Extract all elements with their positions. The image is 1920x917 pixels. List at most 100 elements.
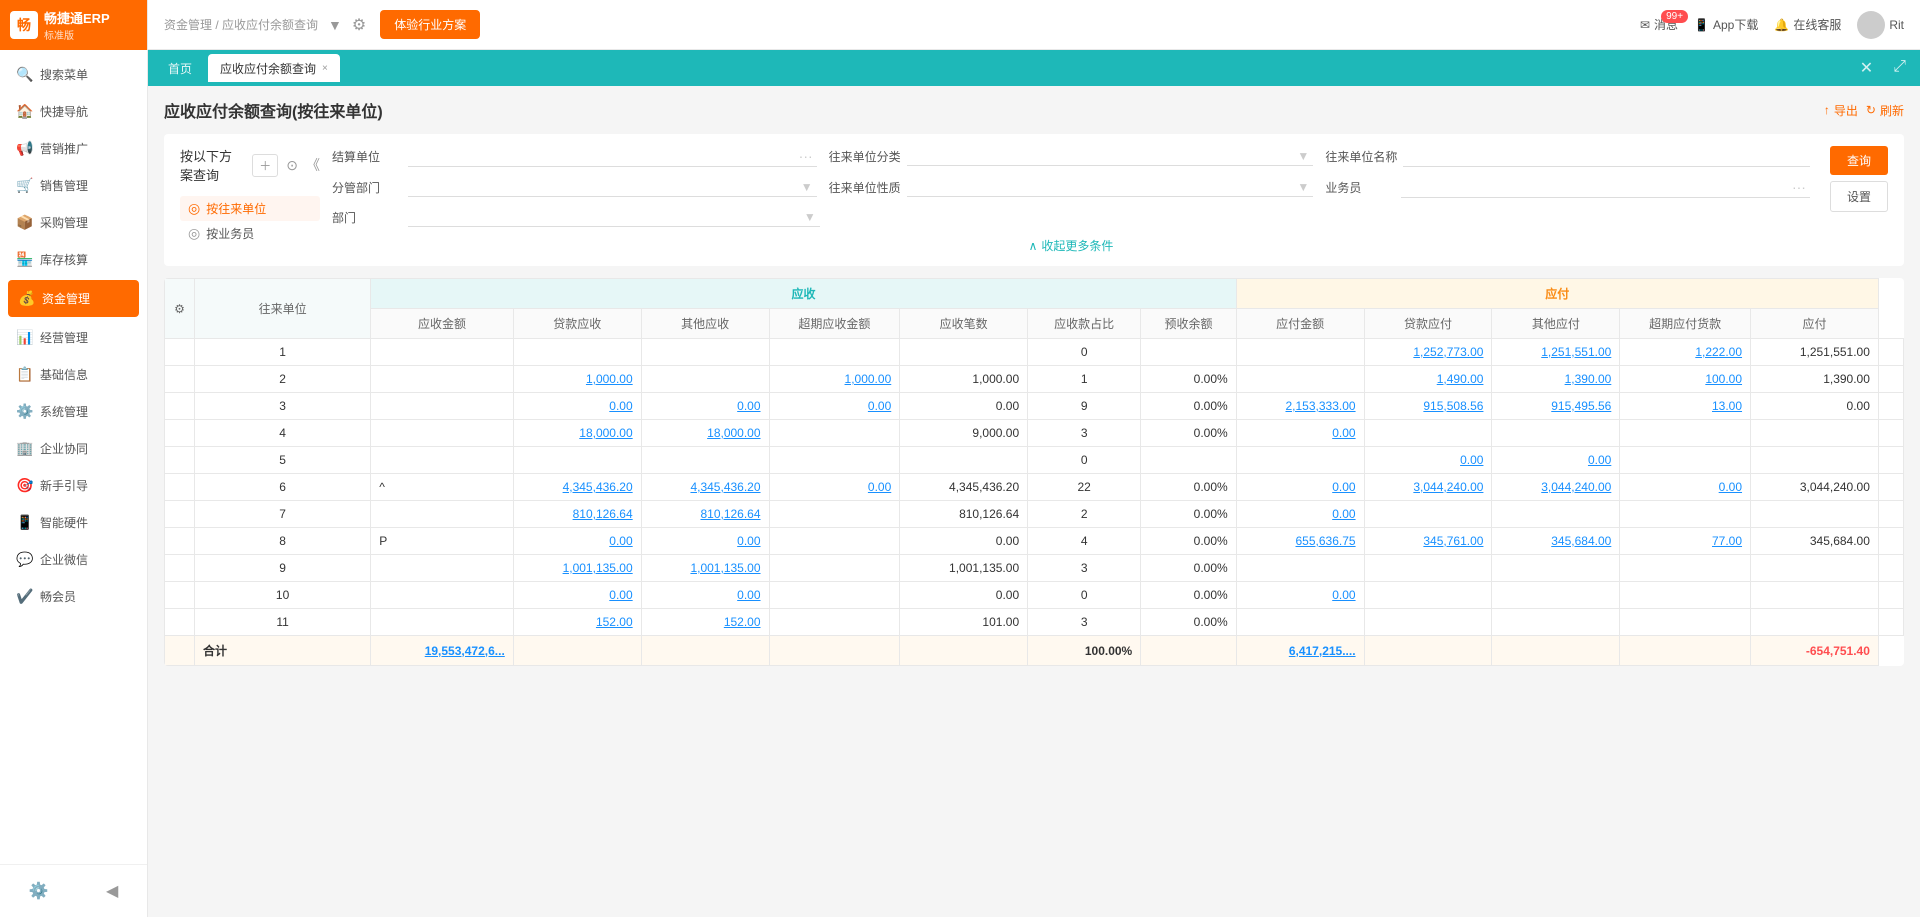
row-ap-loan[interactable]: 0.00	[1492, 447, 1620, 474]
row-ap-other[interactable]: 0.00	[1620, 474, 1751, 501]
row-ap-other[interactable]: 77.00	[1620, 528, 1751, 555]
row-ar-prepaid[interactable]	[1236, 609, 1364, 636]
row-ar-prepaid[interactable]	[1236, 366, 1364, 393]
row-ar-other[interactable]	[769, 528, 900, 555]
settlement-dots[interactable]: ···	[799, 148, 813, 164]
filter-settings-icon[interactable]: ⊙	[286, 157, 298, 174]
promo-button[interactable]: 体验行业方案	[380, 10, 480, 39]
sidebar-settings-btn[interactable]: ⚙️	[23, 875, 55, 907]
row-ar-amount[interactable]: 0.00	[513, 582, 641, 609]
row-ar-prepaid[interactable]: 0.00	[1236, 420, 1364, 447]
tab-ar-ap[interactable]: 应收应付余额查询 ×	[208, 54, 340, 82]
row-ap-other[interactable]	[1620, 447, 1751, 474]
topbar-dropdown-btn[interactable]: ▼	[328, 17, 342, 33]
row-ap-loan[interactable]	[1492, 555, 1620, 582]
row-ap-loan[interactable]: 1,390.00	[1492, 366, 1620, 393]
salesperson-dots[interactable]: ···	[1792, 179, 1806, 195]
row-ar-prepaid[interactable]	[1236, 555, 1364, 582]
row-ar-prepaid[interactable]	[1236, 447, 1364, 474]
row-ar-other[interactable]: 0.00	[769, 474, 900, 501]
query-button[interactable]: 查询	[1830, 146, 1888, 175]
row-ar-prepaid[interactable]: 2,153,333.00	[1236, 393, 1364, 420]
export-button[interactable]: ↑ 导出	[1824, 102, 1858, 119]
row-ar-amount[interactable]	[513, 447, 641, 474]
row-ar-loan[interactable]: 152.00	[641, 609, 769, 636]
sidebar-item-vip[interactable]: ✔️ 畅会员	[0, 578, 147, 615]
sidebar-item-marketing[interactable]: 📢 营销推广	[0, 130, 147, 167]
row-ar-other[interactable]	[769, 582, 900, 609]
sidebar-item-smart-hardware[interactable]: 📱 智能硬件	[0, 504, 147, 541]
row-ar-loan[interactable]	[641, 366, 769, 393]
table-scroll[interactable]: ⚙ 往来单位 应收 应付 应收金额 贷款应收 其他应收 超期应收金额 应收笔数	[164, 278, 1904, 666]
partner-name-input[interactable]	[1403, 146, 1810, 167]
row-ap-amount[interactable]	[1364, 555, 1492, 582]
filter-add-btn[interactable]: ＋	[252, 154, 278, 177]
row-ar-amount[interactable]: 152.00	[513, 609, 641, 636]
row-ar-amount[interactable]: 18,000.00	[513, 420, 641, 447]
settings-col-header[interactable]: ⚙	[165, 279, 195, 339]
footer-ap-total[interactable]: 6,417,215....	[1236, 636, 1364, 666]
row-ar-other[interactable]: 1,000.00	[769, 366, 900, 393]
row-ap-other[interactable]	[1620, 420, 1751, 447]
row-ap-loan[interactable]	[1492, 582, 1620, 609]
row-ap-loan[interactable]	[1492, 609, 1620, 636]
row-ar-other[interactable]	[769, 339, 900, 366]
filter-option-by-partner[interactable]: ◎ 按往来单位	[180, 196, 320, 221]
row-ar-loan[interactable]: 18,000.00	[641, 420, 769, 447]
row-ap-loan[interactable]: 915,495.56	[1492, 393, 1620, 420]
row-ar-prepaid[interactable]: 655,636.75	[1236, 528, 1364, 555]
row-ar-amount[interactable]: 0.00	[513, 528, 641, 555]
sidebar-item-inventory[interactable]: 🏪 库存核算	[0, 241, 147, 278]
row-ap-amount[interactable]: 0.00	[1364, 447, 1492, 474]
row-ap-amount[interactable]	[1364, 501, 1492, 528]
row-ar-prepaid[interactable]: 0.00	[1236, 474, 1364, 501]
collapse-btn[interactable]: ∧ 收起更多条件	[1029, 237, 1114, 254]
row-ar-amount[interactable]: 4,345,436.20	[513, 474, 641, 501]
row-ar-prepaid[interactable]: 0.00	[1236, 501, 1364, 528]
row-ap-loan[interactable]: 3,044,240.00	[1492, 474, 1620, 501]
row-ap-loan[interactable]	[1492, 501, 1620, 528]
row-ar-amount[interactable]	[513, 339, 641, 366]
row-ar-prepaid[interactable]: 0.00	[1236, 582, 1364, 609]
row-ar-amount[interactable]: 810,126.64	[513, 501, 641, 528]
row-ar-amount[interactable]: 1,001,135.00	[513, 555, 641, 582]
row-ar-other[interactable]	[769, 609, 900, 636]
tabbar-expand-btn[interactable]: ⤢	[1887, 56, 1912, 80]
filter-collapse-icon[interactable]: 《	[306, 155, 320, 175]
footer-ar-total[interactable]: 19,553,472,6...	[371, 636, 514, 666]
sidebar-item-quick-nav[interactable]: 🏠 快捷导航	[0, 93, 147, 130]
row-ap-other[interactable]: 13.00	[1620, 393, 1751, 420]
row-ap-other[interactable]: 100.00	[1620, 366, 1751, 393]
row-ar-other[interactable]	[769, 501, 900, 528]
online-service-btn[interactable]: 🔔 在线客服	[1774, 16, 1841, 33]
row-ar-loan[interactable]	[641, 447, 769, 474]
sidebar-item-finance[interactable]: 💰 资金管理	[8, 280, 139, 317]
row-ap-amount[interactable]	[1364, 420, 1492, 447]
row-ap-other[interactable]	[1620, 609, 1751, 636]
tab-home[interactable]: 首页	[156, 54, 204, 82]
app-download-btn[interactable]: 📱 App下载	[1694, 16, 1758, 33]
sidebar-item-guide[interactable]: 🎯 新手引导	[0, 467, 147, 504]
row-ar-loan[interactable]: 0.00	[641, 393, 769, 420]
sidebar-item-system[interactable]: ⚙️ 系统管理	[0, 393, 147, 430]
row-ar-loan[interactable]: 0.00	[641, 528, 769, 555]
row-ap-amount[interactable]: 1,490.00	[1364, 366, 1492, 393]
filter-option-by-staff[interactable]: ◎ 按业务员	[180, 221, 320, 246]
sidebar-item-sales[interactable]: 🛒 销售管理	[0, 167, 147, 204]
row-ap-amount[interactable]: 345,761.00	[1364, 528, 1492, 555]
sidebar-item-wechat[interactable]: 💬 企业微信	[0, 541, 147, 578]
sidebar-item-basic-info[interactable]: 📋 基础信息	[0, 356, 147, 393]
sidebar-item-operations[interactable]: 📊 经营管理	[0, 319, 147, 356]
row-ar-other[interactable]	[769, 555, 900, 582]
row-ap-loan[interactable]: 345,684.00	[1492, 528, 1620, 555]
row-ar-loan[interactable]: 810,126.64	[641, 501, 769, 528]
row-ar-prepaid[interactable]	[1236, 339, 1364, 366]
row-ap-amount[interactable]: 3,044,240.00	[1364, 474, 1492, 501]
row-ar-loan[interactable]	[641, 339, 769, 366]
user-menu-btn[interactable]: Rit	[1857, 11, 1904, 39]
tab-close-btn[interactable]: ×	[322, 63, 328, 74]
sidebar-item-purchase[interactable]: 📦 采购管理	[0, 204, 147, 241]
row-ap-other[interactable]	[1620, 582, 1751, 609]
row-ar-loan[interactable]: 1,001,135.00	[641, 555, 769, 582]
row-ap-amount[interactable]: 1,252,773.00	[1364, 339, 1492, 366]
